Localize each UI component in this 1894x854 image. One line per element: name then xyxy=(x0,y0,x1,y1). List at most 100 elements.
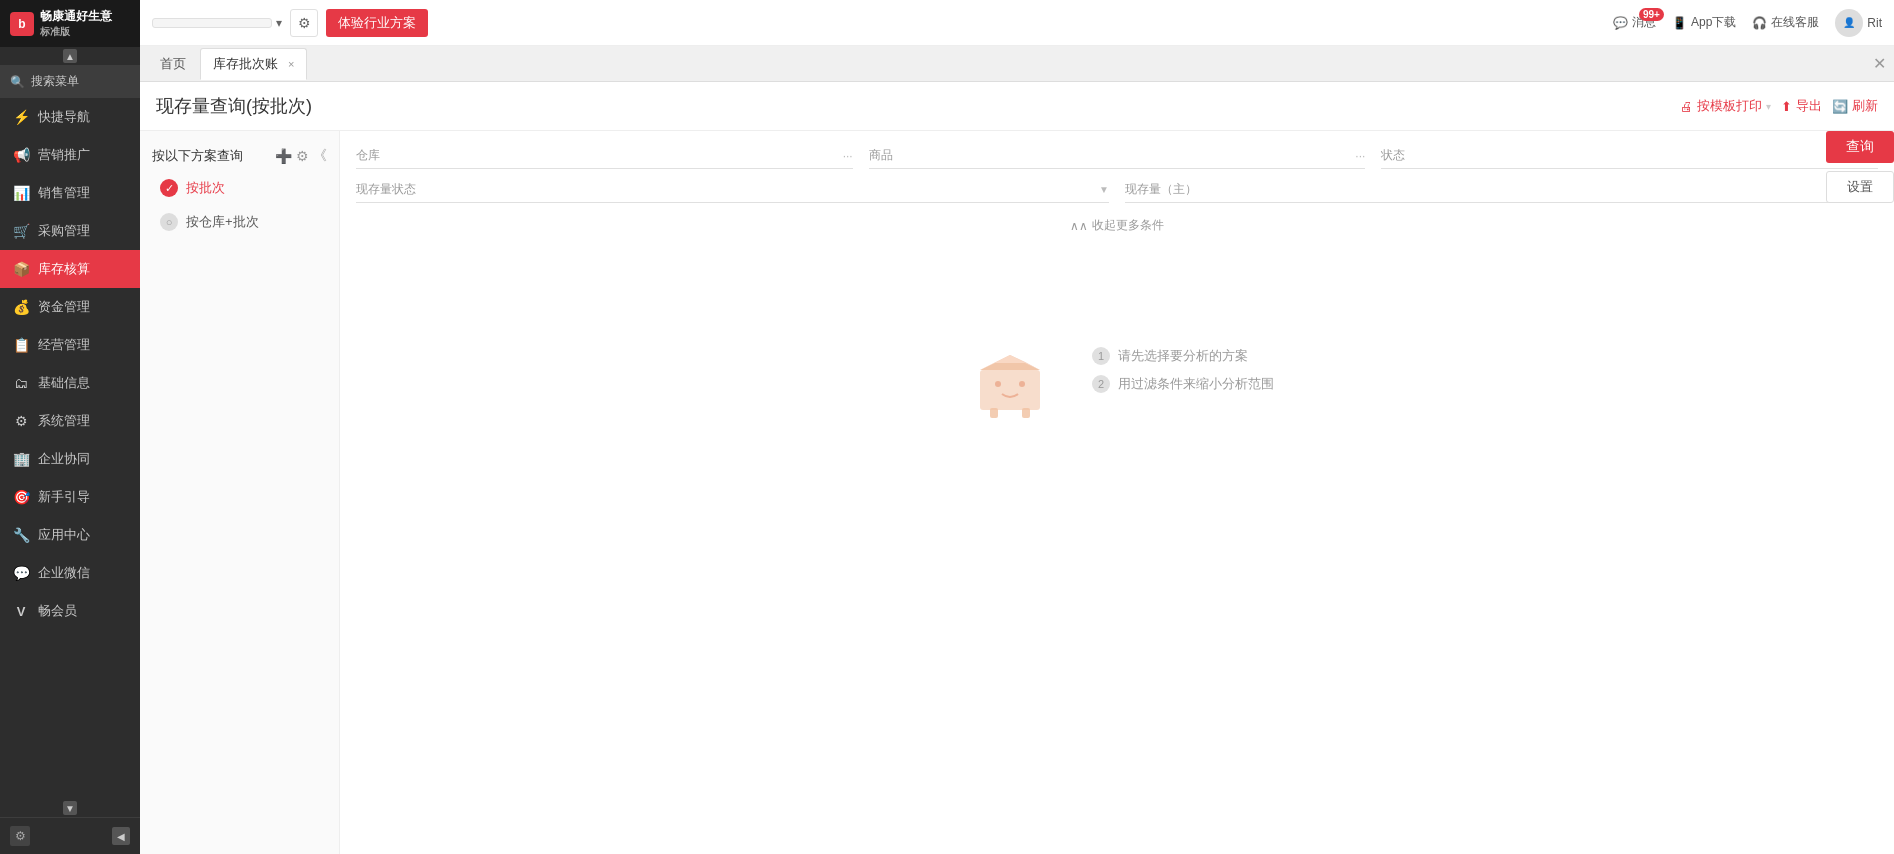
sidebar-item-system[interactable]: ⚙ 系统管理 xyxy=(0,402,140,440)
topbar-search-display[interactable] xyxy=(152,18,272,28)
sidebar-scroll-up[interactable]: ▲ xyxy=(63,49,77,63)
sidebar-item-label: 资金管理 xyxy=(38,298,90,316)
filter-section: 仓库 ··· 商品 ··· xyxy=(356,147,1878,240)
sidebar-item-enterprise[interactable]: 🏢 企业协同 xyxy=(0,440,140,478)
filter-row2: 现存量状态 ▼ 现存量（主） — xyxy=(356,181,1878,203)
online-service-btn[interactable]: 🎧 在线客服 xyxy=(1752,14,1819,31)
settings-btn[interactable]: 设置 xyxy=(1826,171,1894,203)
sidebar-item-inventory[interactable]: 📦 库存核算 xyxy=(0,250,140,288)
search-menu-btn[interactable]: 🔍 搜索菜单 xyxy=(0,65,140,98)
filter-status: 状态 ▼ xyxy=(1381,147,1878,169)
print-icon: 🖨 xyxy=(1680,99,1693,114)
add-scheme-btn[interactable]: ➕ xyxy=(275,148,292,164)
tab-home[interactable]: 首页 xyxy=(148,48,198,80)
print-btn[interactable]: 🖨 按模板打印 ▾ xyxy=(1680,97,1771,115)
by-warehouse-batch-label: 按仓库+批次 xyxy=(186,213,259,231)
sidebar-collapse-btn[interactable]: ◀ xyxy=(112,827,130,845)
topbar: ▾ ⚙ 体验行业方案 💬 消息 99+ 📱 App下载 🎧 在线客服 👤 Rit xyxy=(140,0,1894,46)
online-service-label: 在线客服 xyxy=(1771,14,1819,31)
sidebar-nav: ⚡ 快捷导航 📢 营销推广 📊 销售管理 🛒 采购管理 📦 库存核算 💰 资金管… xyxy=(0,98,140,799)
by-warehouse-batch-icon: ○ xyxy=(160,213,178,231)
refresh-icon: 🔄 xyxy=(1832,99,1848,114)
by-batch-icon: ✓ xyxy=(160,179,178,197)
empty-illustration xyxy=(960,320,1060,420)
messages-badge: 99+ xyxy=(1639,8,1664,21)
sidebar-item-label: 系统管理 xyxy=(38,412,90,430)
chevron-up-icon: ∧∧ xyxy=(1070,219,1088,233)
left-panel: 按以下方案查询 ➕ ⚙ 《 ✓ 按批次 ○ 按仓库+批次 xyxy=(140,131,340,854)
tab-close-btn[interactable]: × xyxy=(288,58,294,70)
quick-nav-icon: ⚡ xyxy=(12,108,30,126)
warehouse-more-btn[interactable]: ··· xyxy=(843,149,853,163)
collapse-more-btn[interactable]: ∧∧ 收起更多条件 xyxy=(356,211,1878,240)
wechat-icon: 💬 xyxy=(12,564,30,582)
sidebar-item-basic-info[interactable]: 🗂 基础信息 xyxy=(0,364,140,402)
operations-icon: 📋 xyxy=(12,336,30,354)
tab-close-all-btn[interactable]: ✕ xyxy=(1873,54,1886,73)
print-dropdown-icon[interactable]: ▾ xyxy=(1766,101,1771,112)
refresh-btn[interactable]: 🔄 刷新 xyxy=(1832,97,1878,115)
collapse-panel-btn[interactable]: 《 xyxy=(313,147,327,165)
settings-scheme-btn[interactable]: ⚙ xyxy=(296,148,309,164)
sidebar-item-label: 营销推广 xyxy=(38,146,90,164)
sales-icon: 📊 xyxy=(12,184,30,202)
warehouse-input[interactable] xyxy=(388,148,835,163)
sidebar-item-label: 基础信息 xyxy=(38,374,90,392)
phone-icon: 📱 xyxy=(1672,16,1687,30)
status-select[interactable]: 状态 ▼ xyxy=(1381,147,1878,169)
sidebar-item-guide[interactable]: 🎯 新手引导 xyxy=(0,478,140,516)
app-version: 标准版 xyxy=(40,25,112,39)
topbar-settings-btn[interactable]: ⚙ xyxy=(290,9,318,37)
empty-state: 1 请先选择要分析的方案 2 用过滤条件来缩小分析范围 xyxy=(356,240,1878,500)
by-batch-label: 按批次 xyxy=(186,179,225,197)
app-download-btn[interactable]: 📱 App下载 xyxy=(1672,14,1736,31)
guide-icon: 🎯 xyxy=(12,488,30,506)
sidebar-scroll-down[interactable]: ▼ xyxy=(63,801,77,815)
enterprise-icon: 🏢 xyxy=(12,450,30,468)
inventory-status-select[interactable]: 现存量状态 ▼ xyxy=(356,181,1109,203)
refresh-label: 刷新 xyxy=(1852,97,1878,115)
product-label: 商品 xyxy=(869,147,893,164)
sidebar-item-membership[interactable]: V 畅会员 xyxy=(0,592,140,630)
inventory-status-input[interactable] xyxy=(416,182,1099,197)
panel-item-by-warehouse-batch[interactable]: ○ 按仓库+批次 xyxy=(144,205,335,239)
warehouse-label: 仓库 xyxy=(356,147,380,164)
product-input[interactable] xyxy=(901,148,1348,163)
step-1-text: 请先选择要分析的方案 xyxy=(1118,347,1248,365)
sidebar-item-marketing[interactable]: 📢 营销推广 xyxy=(0,136,140,174)
topbar-dropdown-btn[interactable]: ▾ xyxy=(276,16,282,30)
search-menu-label: 搜索菜单 xyxy=(31,73,79,90)
messages-btn[interactable]: 💬 消息 99+ xyxy=(1613,14,1656,31)
page-actions: 🖨 按模板打印 ▾ ⬆ 导出 🔄 刷新 xyxy=(1680,97,1878,115)
step-num-2: 2 xyxy=(1092,375,1110,393)
query-btn[interactable]: 查询 xyxy=(1826,131,1894,163)
user-profile-btn[interactable]: 👤 Rit xyxy=(1835,9,1882,37)
topbar-search-area: ▾ xyxy=(152,16,282,30)
filter-inventory-status: 现存量状态 ▼ xyxy=(356,181,1109,203)
sidebar-item-operations[interactable]: 📋 经营管理 xyxy=(0,326,140,364)
collapse-label: 收起更多条件 xyxy=(1092,217,1164,234)
sidebar-item-wechat[interactable]: 💬 企业微信 xyxy=(0,554,140,592)
trial-btn[interactable]: 体验行业方案 xyxy=(326,9,428,37)
tabs-right: ✕ xyxy=(1873,54,1886,73)
export-btn[interactable]: ⬆ 导出 xyxy=(1781,97,1822,115)
product-more-btn[interactable]: ··· xyxy=(1355,149,1365,163)
sidebar-item-label: 企业微信 xyxy=(38,564,90,582)
status-input[interactable] xyxy=(1405,148,1868,163)
sidebar-item-quick-nav[interactable]: ⚡ 快捷导航 xyxy=(0,98,140,136)
svg-rect-0 xyxy=(980,370,1040,410)
sidebar-item-purchase[interactable]: 🛒 采购管理 xyxy=(0,212,140,250)
filter-inventory-qty: 现存量（主） — xyxy=(1125,181,1878,203)
sidebar-item-finance[interactable]: 💰 资金管理 xyxy=(0,288,140,326)
app-name: 畅康通好生意 xyxy=(40,8,112,25)
panel-item-by-batch[interactable]: ✓ 按批次 xyxy=(144,171,335,205)
sidebar-item-label: 畅会员 xyxy=(38,602,77,620)
sidebar-item-sales[interactable]: 📊 销售管理 xyxy=(0,174,140,212)
active-tab-label: 库存批次账 xyxy=(213,55,278,73)
sidebar-item-app-center[interactable]: 🔧 应用中心 xyxy=(0,516,140,554)
message-icon: 💬 xyxy=(1613,16,1628,30)
membership-icon: V xyxy=(12,602,30,620)
settings-icon-btn[interactable]: ⚙ xyxy=(10,826,30,846)
svg-point-3 xyxy=(995,381,1001,387)
tab-inventory-batch[interactable]: 库存批次账 × xyxy=(200,48,307,80)
